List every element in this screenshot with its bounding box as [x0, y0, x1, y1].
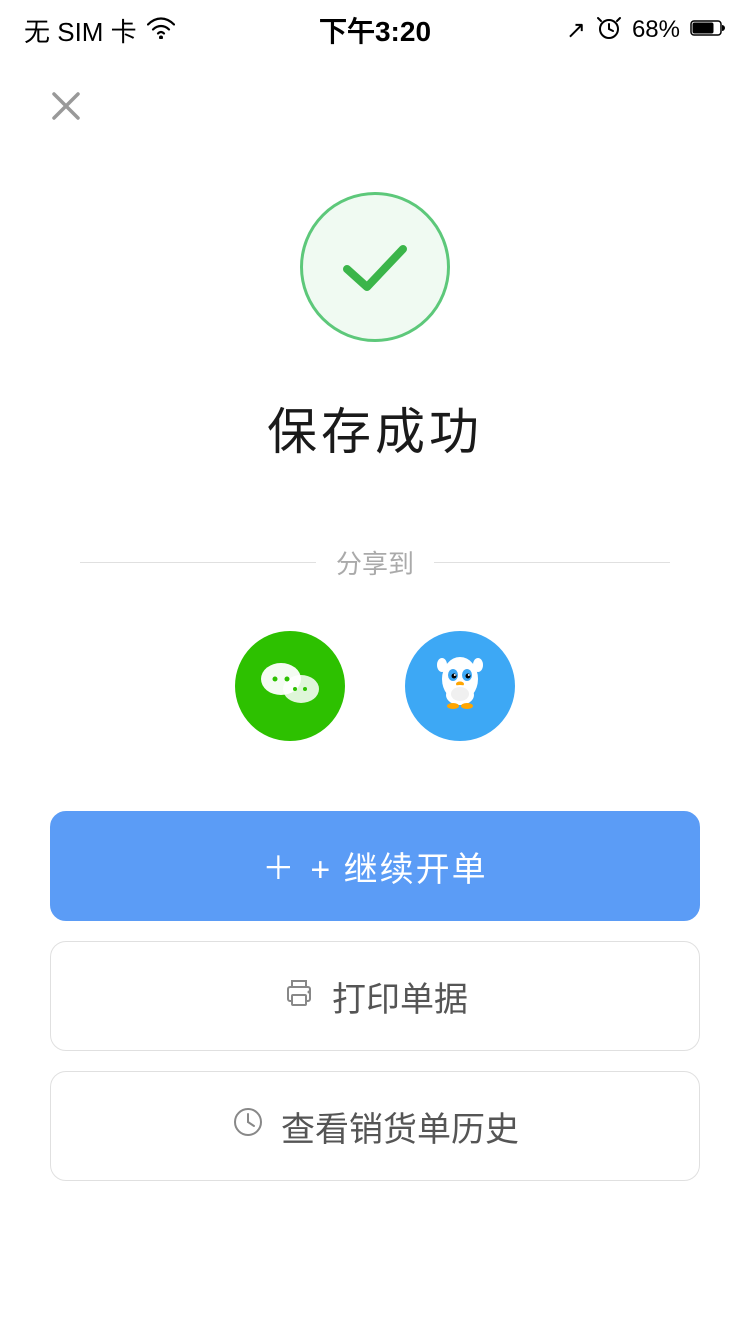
share-label: 分享到 [316, 544, 434, 581]
alarm-icon [596, 14, 622, 47]
status-bar: 无 SIM 卡 下午3:20 ↗ 68% [0, 0, 750, 60]
battery-icon [690, 16, 726, 44]
share-divider-left [80, 562, 316, 563]
success-icon-circle [300, 192, 450, 342]
close-button-container [0, 60, 750, 152]
print-button-label: 打印单据 [332, 972, 468, 1021]
share-icons-row [235, 631, 515, 741]
location-icon: ↗ [566, 16, 586, 45]
continue-button-label: + 继续开单 [310, 842, 487, 891]
share-divider-right [434, 562, 670, 563]
continue-button[interactable]: ＋ + 继续开单 [50, 811, 700, 921]
history-button-label: 查看销货单历史 [281, 1102, 519, 1151]
share-section: 分享到 [0, 494, 750, 781]
plus-icon: ＋ [262, 843, 294, 889]
history-button[interactable]: 查看销货单历史 [50, 1071, 700, 1181]
qq-share-button[interactable] [405, 631, 515, 741]
status-right: ↗ 68% [566, 14, 726, 47]
wifi-icon [147, 15, 175, 46]
status-left: 无 SIM 卡 [24, 12, 175, 49]
battery-text: 68% [632, 16, 680, 44]
carrier-text: 无 SIM 卡 [24, 12, 137, 49]
print-icon [282, 975, 316, 1017]
success-section: 保存成功 [0, 152, 750, 494]
success-title: 保存成功 [267, 392, 483, 464]
status-time: 下午3:20 [319, 10, 431, 50]
wechat-share-button[interactable] [235, 631, 345, 741]
clock-icon [231, 1105, 265, 1147]
close-button[interactable] [40, 80, 92, 132]
action-buttons: ＋ + 继续开单 打印单据 查看销货单历史 [0, 781, 750, 1181]
share-divider-row: 分享到 [0, 544, 750, 581]
print-button[interactable]: 打印单据 [50, 941, 700, 1051]
